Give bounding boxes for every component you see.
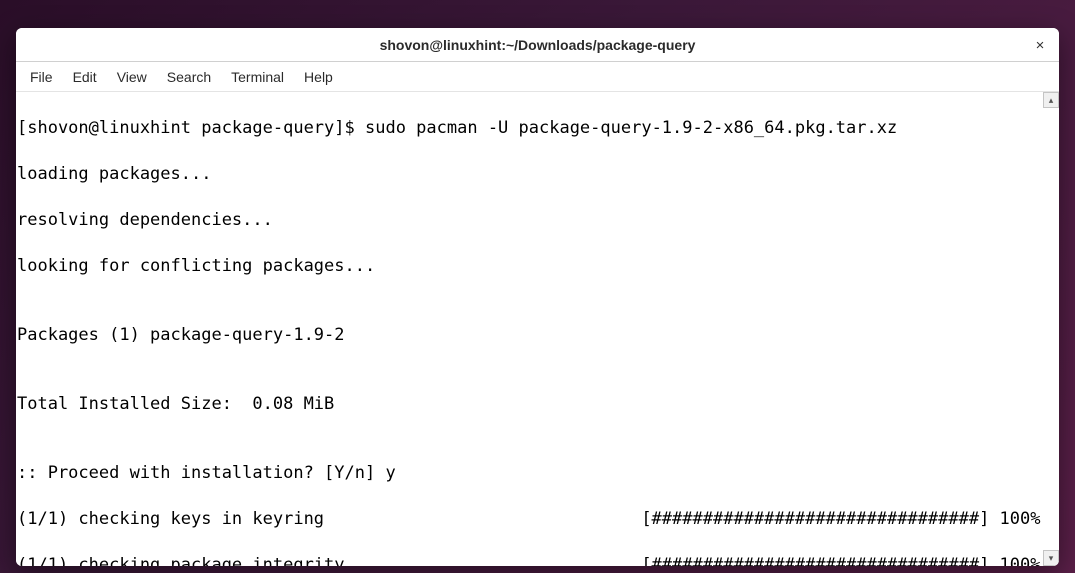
- command-text: sudo pacman -U package-query-1.9-2-x86_6…: [365, 118, 897, 138]
- scroll-up-button[interactable]: ▴: [1043, 92, 1059, 108]
- menu-view[interactable]: View: [107, 65, 157, 89]
- terminal-area[interactable]: [shovon@linuxhint package-query]$ sudo p…: [16, 92, 1059, 566]
- chevron-down-icon: ▾: [1049, 553, 1054, 564]
- prompt: [shovon@linuxhint package-query]$: [17, 118, 365, 138]
- terminal-line: (1/1) checking keys in keyring [########…: [17, 508, 1059, 531]
- titlebar: shovon@linuxhint:~/Downloads/package-que…: [16, 28, 1059, 62]
- terminal-line: loading packages...: [17, 163, 1059, 186]
- close-button[interactable]: ×: [1029, 34, 1051, 56]
- menu-edit[interactable]: Edit: [63, 65, 107, 89]
- terminal-line: (1/1) checking package integrity [######…: [17, 554, 1059, 566]
- window-title: shovon@linuxhint:~/Downloads/package-que…: [380, 37, 696, 53]
- menu-search[interactable]: Search: [157, 65, 221, 89]
- menu-terminal[interactable]: Terminal: [221, 65, 294, 89]
- desktop-background: shovon@linuxhint:~/Downloads/package-que…: [0, 0, 1075, 573]
- terminal-line: looking for conflicting packages...: [17, 255, 1059, 278]
- chevron-up-icon: ▴: [1049, 95, 1054, 106]
- terminal-line: Total Installed Size: 0.08 MiB: [17, 393, 1059, 416]
- terminal-line: resolving dependencies...: [17, 209, 1059, 232]
- menubar: File Edit View Search Terminal Help: [16, 62, 1059, 92]
- terminal-line: :: Proceed with installation? [Y/n] y: [17, 462, 1059, 485]
- terminal-window: shovon@linuxhint:~/Downloads/package-que…: [16, 28, 1059, 566]
- terminal-line: [shovon@linuxhint package-query]$ sudo p…: [17, 117, 1059, 140]
- menu-file[interactable]: File: [20, 65, 63, 89]
- scroll-down-button[interactable]: ▾: [1043, 550, 1059, 566]
- close-icon: ×: [1036, 37, 1045, 54]
- terminal-line: Packages (1) package-query-1.9-2: [17, 324, 1059, 347]
- menu-help[interactable]: Help: [294, 65, 343, 89]
